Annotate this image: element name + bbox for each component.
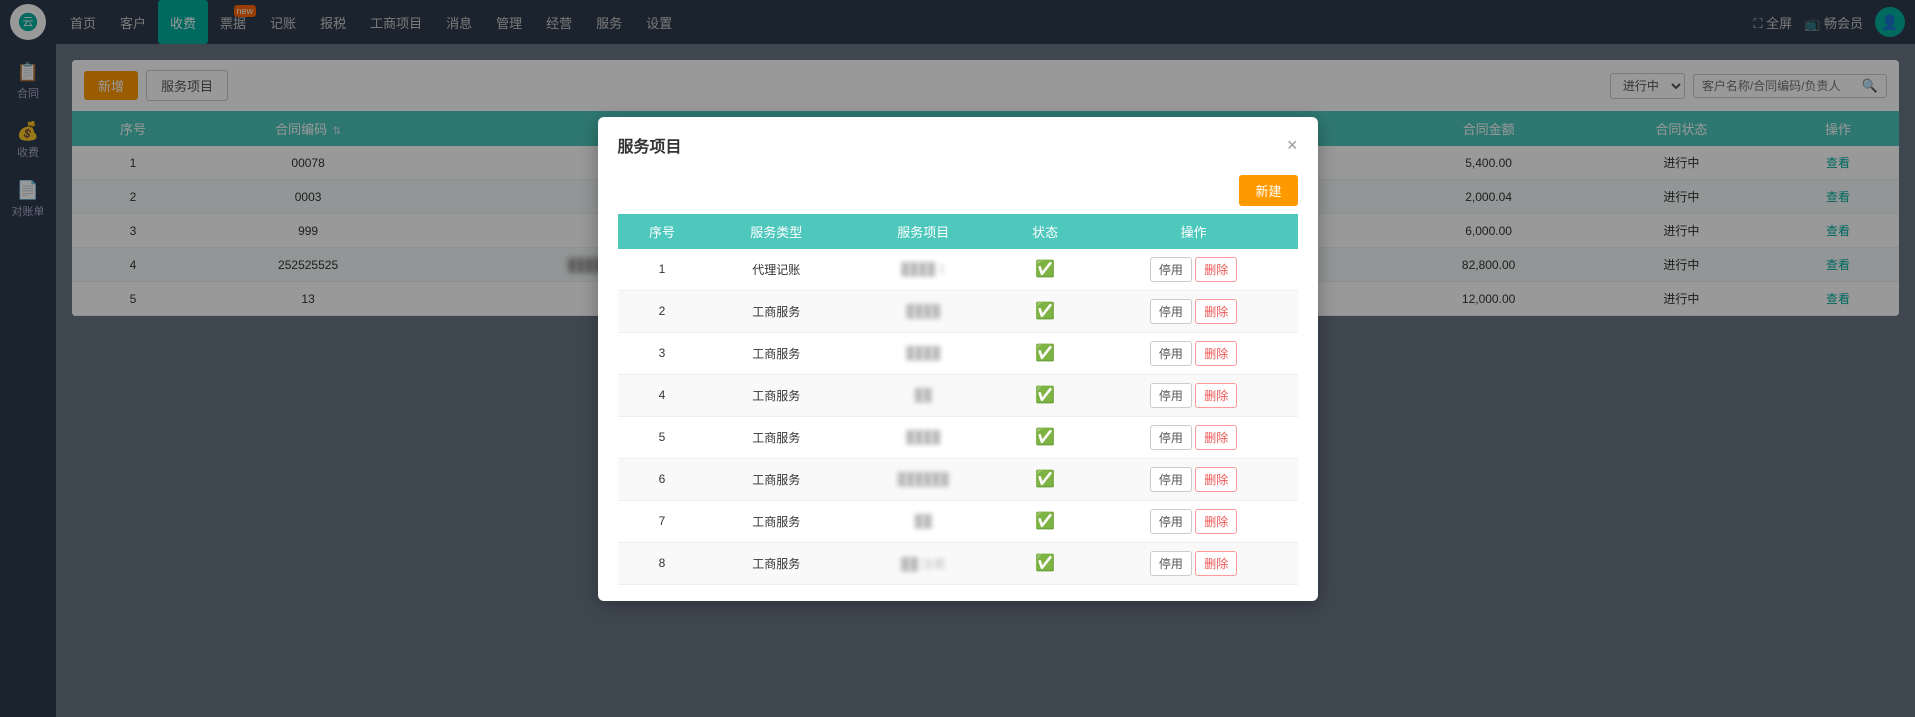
stop-button[interactable]: 停用 [1150,257,1192,282]
status-check-icon: ✅ [1035,471,1055,488]
modal-table-wrap: 序号 服务类型 服务项目 状态 操作 1 代理记账 ████ 1 ✅ 停用 删除… [598,214,1318,601]
delete-button[interactable]: 删除 [1195,551,1237,576]
stop-button[interactable]: 停用 [1150,467,1192,492]
status-check-icon: ✅ [1035,555,1055,572]
modal-col-action: 操作 [1090,214,1298,249]
modal-overlay[interactable]: 服务项目 × 新建 序号 服务类型 服务项目 状态 操作 1 代理记账 [0,0,1915,717]
delete-button[interactable]: 删除 [1195,257,1237,282]
modal-header: 服务项目 × [598,117,1318,167]
modal-table-row: 8 工商服务 ██ 注册 ✅ 停用 删除 [618,542,1298,584]
delete-button[interactable]: 删除 [1195,341,1237,366]
modal-table-row: 6 工商服务 ██████ ✅ 停用 删除 [618,458,1298,500]
modal-toolbar: 新建 [598,167,1318,214]
stop-button[interactable]: 停用 [1150,341,1192,366]
modal-table-row: 2 工商服务 ████ ✅ 停用 删除 [618,290,1298,332]
service-modal: 服务项目 × 新建 序号 服务类型 服务项目 状态 操作 1 代理记账 [598,117,1318,601]
status-check-icon: ✅ [1035,345,1055,362]
modal-table: 序号 服务类型 服务项目 状态 操作 1 代理记账 ████ 1 ✅ 停用 删除… [618,214,1298,585]
modal-close-button[interactable]: × [1287,136,1298,154]
modal-table-row: 3 工商服务 ████ ✅ 停用 删除 [618,332,1298,374]
delete-button[interactable]: 删除 [1195,383,1237,408]
modal-col-type: 服务类型 [707,214,846,249]
delete-button[interactable]: 删除 [1195,299,1237,324]
status-check-icon: ✅ [1035,387,1055,404]
stop-button[interactable]: 停用 [1150,551,1192,576]
modal-table-row: 5 工商服务 ████ ✅ 停用 删除 [618,416,1298,458]
delete-button[interactable]: 删除 [1195,425,1237,450]
modal-title: 服务项目 [618,133,682,157]
delete-button[interactable]: 删除 [1195,509,1237,534]
delete-button[interactable]: 删除 [1195,467,1237,492]
modal-col-status: 状态 [1001,214,1090,249]
stop-button[interactable]: 停用 [1150,509,1192,534]
modal-table-row: 1 代理记账 ████ 1 ✅ 停用 删除 [618,249,1298,291]
status-check-icon: ✅ [1035,513,1055,530]
stop-button[interactable]: 停用 [1150,299,1192,324]
modal-col-index: 序号 [618,214,707,249]
modal-table-row: 7 工商服务 ██ ✅ 停用 删除 [618,500,1298,542]
stop-button[interactable]: 停用 [1150,425,1192,450]
modal-create-button[interactable]: 新建 [1239,175,1297,206]
status-check-icon: ✅ [1035,429,1055,446]
status-check-icon: ✅ [1035,261,1055,278]
modal-table-row: 4 工商服务 ██ ✅ 停用 删除 [618,374,1298,416]
modal-col-item: 服务项目 [846,214,1001,249]
stop-button[interactable]: 停用 [1150,383,1192,408]
status-check-icon: ✅ [1035,303,1055,320]
